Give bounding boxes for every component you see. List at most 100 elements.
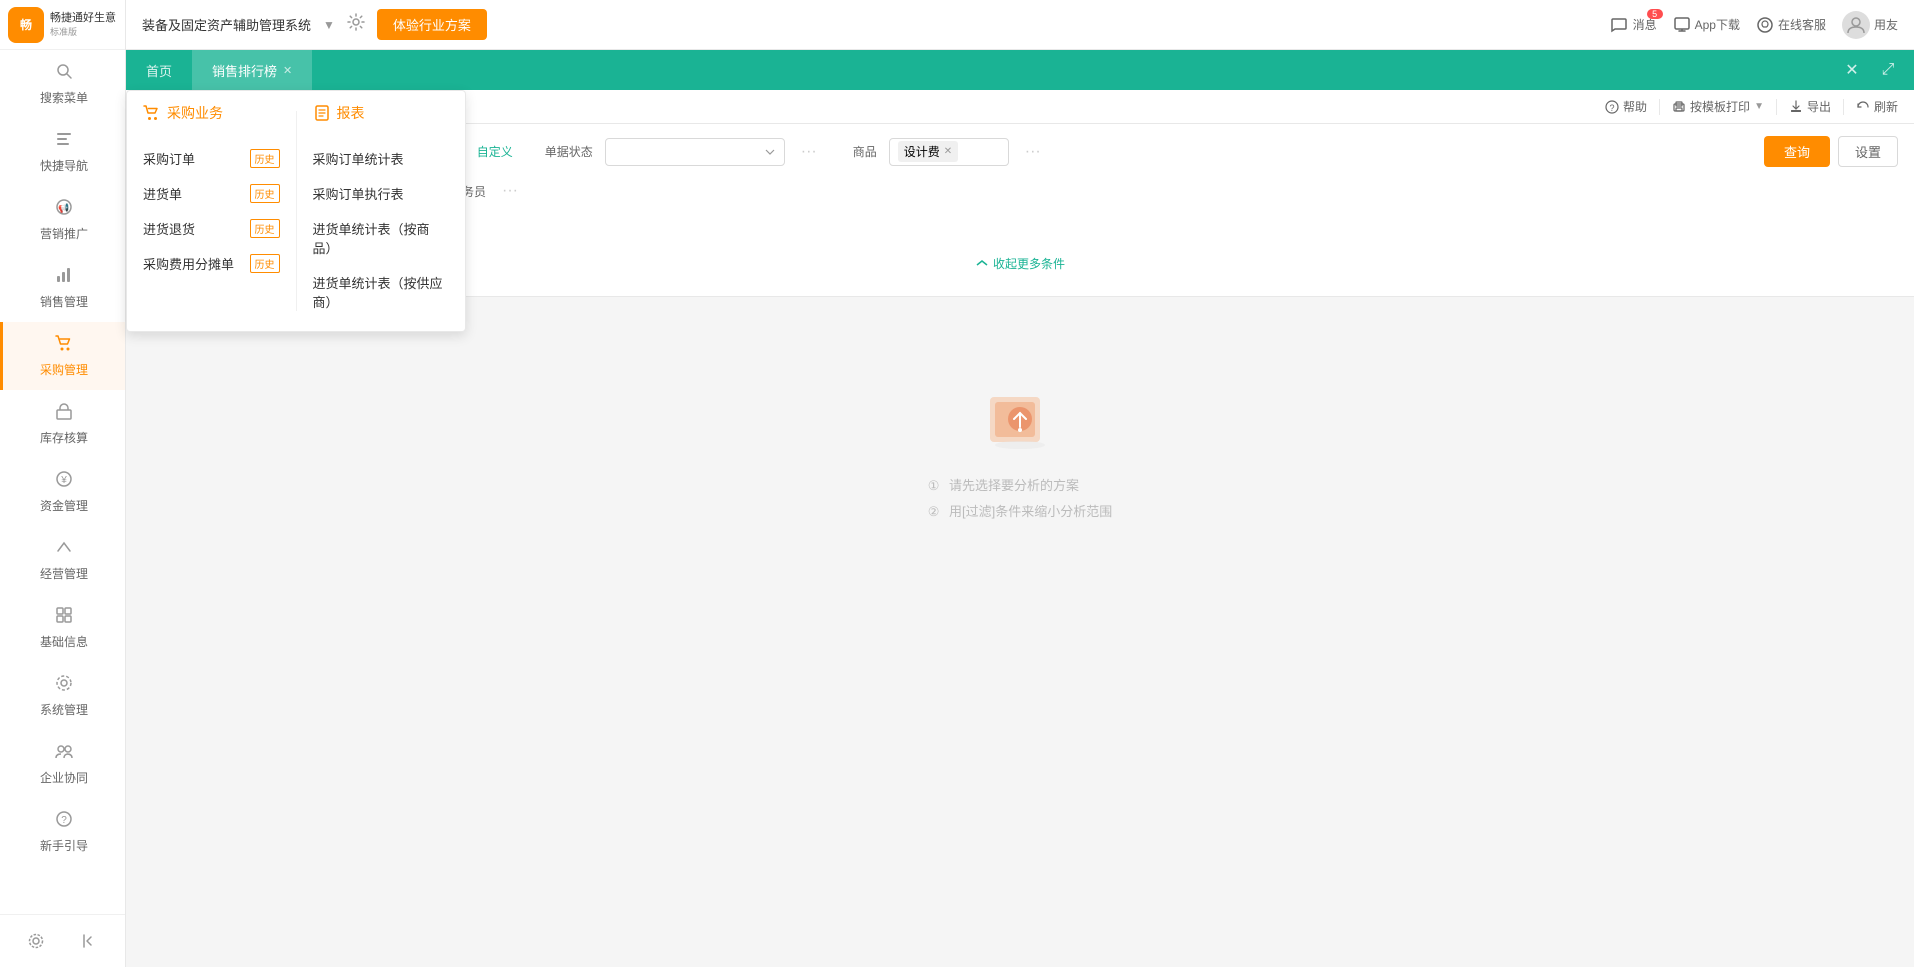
sidebar-item-search-label: 搜索菜单 bbox=[40, 89, 88, 106]
sidebar: 畅 畅捷通好生意 标准版 搜索菜单 快捷导航 📢 营销推广 bbox=[0, 0, 126, 967]
tab-maximize-btn[interactable]: ⤢ bbox=[1874, 56, 1902, 84]
search-nav-icon bbox=[55, 62, 73, 85]
inventory-icon bbox=[55, 402, 73, 425]
sidebar-item-sales[interactable]: 销售管理 bbox=[0, 254, 125, 322]
app-download-label: App下载 bbox=[1695, 16, 1740, 33]
export-btn[interactable]: 导出 bbox=[1789, 98, 1831, 115]
sidebar-item-operation-label: 经营管理 bbox=[40, 565, 88, 582]
sidebar-item-inventory-label: 库存核算 bbox=[40, 429, 88, 446]
sidebar-item-guide[interactable]: ? 新手引导 bbox=[0, 798, 125, 866]
message-btn[interactable]: 消息 5 bbox=[1609, 15, 1657, 35]
dropdown-item-purchase-return[interactable]: 进货退货 历史 bbox=[143, 211, 280, 246]
doc-status-label: 单据状态 bbox=[545, 143, 593, 160]
report-col: 报表 采购订单统计表 采购订单执行表 进货单统计表（按商品） 进货单统计表（按供… bbox=[297, 103, 466, 319]
collapse-filter-btn[interactable]: 收起更多条件 bbox=[975, 249, 1065, 278]
goods-tag-close[interactable]: ✕ bbox=[944, 146, 952, 157]
empty-state: ① 请先选择要分析的方案 ② 用[过滤]条件来缩小分析范围 bbox=[126, 297, 1914, 605]
sidebar-item-nav[interactable]: 快捷导航 bbox=[0, 118, 125, 186]
system-title: 装备及固定资产辅助管理系统 bbox=[142, 15, 311, 34]
dropdown-item-report-0[interactable]: 采购订单统计表 bbox=[313, 141, 450, 176]
empty-icon bbox=[970, 377, 1070, 457]
dropdown-item-report-3[interactable]: 进货单统计表（按供应商） bbox=[313, 265, 450, 319]
sidebar-item-system[interactable]: 系统管理 bbox=[0, 662, 125, 730]
dropdown-item-purchase-receipt[interactable]: 进货单 历史 bbox=[143, 176, 280, 211]
marketing-icon: 📢 bbox=[55, 198, 73, 221]
tab-home[interactable]: 首页 bbox=[126, 50, 192, 90]
tab-close-icon[interactable]: ✕ bbox=[283, 64, 292, 77]
sidebar-item-sales-label: 销售管理 bbox=[40, 293, 88, 310]
help-btn[interactable]: ? 帮助 bbox=[1605, 98, 1647, 115]
purchase-section-title: 采购业务 bbox=[143, 103, 280, 129]
print-btn[interactable]: 按模板打印 ▼ bbox=[1672, 98, 1764, 115]
svg-text:📢: 📢 bbox=[58, 202, 69, 214]
tab-sales-ranking[interactable]: 销售排行榜 ✕ bbox=[192, 50, 312, 90]
sidebar-item-collab-label: 企业协同 bbox=[40, 769, 88, 786]
history-badge-0: 历史 bbox=[250, 149, 280, 168]
system-icon bbox=[55, 674, 73, 697]
goods-label: 商品 bbox=[853, 143, 877, 160]
purchase-icon bbox=[55, 334, 73, 357]
logo-icon: 畅 bbox=[8, 7, 44, 43]
report-section-icon bbox=[313, 104, 331, 122]
header-dropdown-arrow[interactable]: ▼ bbox=[323, 18, 335, 32]
header-right: 消息 5 App下载 在线客服 用友 bbox=[1609, 11, 1898, 39]
user-menu[interactable]: 用友 bbox=[1842, 11, 1898, 39]
sidebar-item-marketing-label: 营销推广 bbox=[40, 225, 88, 242]
app-download-btn[interactable]: App下载 bbox=[1673, 16, 1740, 34]
sidebar-item-basic[interactable]: 基础信息 bbox=[0, 594, 125, 662]
svg-text:?: ? bbox=[61, 815, 67, 826]
dropdown-item-purchase-expense[interactable]: 采购费用分摊单 历史 bbox=[143, 246, 280, 281]
goods-tag: 设计费 ✕ bbox=[898, 141, 958, 162]
logo-badge: 标准版 bbox=[50, 25, 116, 38]
logo-text: 畅捷通好生意 bbox=[50, 11, 116, 25]
message-label: 消息 bbox=[1633, 16, 1657, 33]
dropdown-item-report-1[interactable]: 采购订单执行表 bbox=[313, 176, 450, 211]
guide-icon: ? bbox=[55, 810, 73, 833]
empty-tip2: ② 用[过滤]条件来缩小分析范围 bbox=[928, 499, 1113, 525]
dropdown-cols: 采购业务 采购订单 历史 进货单 历史 进货退货 历史 采购费用分摊单 历史 bbox=[127, 103, 465, 319]
header-gear-icon[interactable] bbox=[347, 13, 365, 36]
online-service-label: 在线客服 bbox=[1778, 16, 1826, 33]
tab-home-label: 首页 bbox=[146, 61, 172, 80]
sidebar-nav: 搜索菜单 快捷导航 📢 营销推广 销售管理 采购管理 bbox=[0, 50, 125, 914]
user-avatar bbox=[1842, 11, 1870, 39]
sidebar-item-search[interactable]: 搜索菜单 bbox=[0, 50, 125, 118]
sales-icon bbox=[55, 266, 73, 289]
empty-tip1: ① 请先选择要分析的方案 bbox=[928, 473, 1113, 499]
tab-close-window-btn[interactable]: ✕ bbox=[1838, 56, 1866, 84]
collapse-sidebar-btn[interactable] bbox=[73, 925, 105, 957]
date-custom-btn[interactable]: 自定义 bbox=[477, 143, 513, 160]
tab-bar: 首页 销售排行榜 ✕ ✕ ⤢ bbox=[126, 50, 1914, 90]
refresh-btn[interactable]: 刷新 bbox=[1856, 98, 1898, 115]
tab-sales-ranking-label: 销售排行榜 bbox=[212, 61, 277, 80]
sidebar-item-system-label: 系统管理 bbox=[40, 701, 88, 718]
nav-icon bbox=[55, 130, 73, 153]
sidebar-item-nav-label: 快捷导航 bbox=[40, 157, 88, 174]
operation-icon bbox=[55, 538, 73, 561]
settings-btn[interactable]: 设置 bbox=[1838, 136, 1898, 167]
online-service-btn[interactable]: 在线客服 bbox=[1756, 16, 1826, 34]
history-badge-3: 历史 bbox=[250, 254, 280, 273]
industry-btn[interactable]: 体验行业方案 bbox=[377, 9, 487, 40]
settings-footer-btn[interactable] bbox=[20, 925, 52, 957]
sidebar-item-purchase[interactable]: 采购管理 bbox=[0, 322, 125, 390]
dropdown-item-report-2[interactable]: 进货单统计表（按商品） bbox=[313, 211, 450, 265]
query-btn[interactable]: 查询 bbox=[1764, 136, 1830, 167]
sidebar-item-marketing[interactable]: 📢 营销推广 bbox=[0, 186, 125, 254]
history-badge-1: 历史 bbox=[250, 184, 280, 203]
sidebar-item-finance[interactable]: ¥ 资金管理 bbox=[0, 458, 125, 526]
svg-text:畅: 畅 bbox=[20, 17, 32, 32]
sidebar-item-operation[interactable]: 经营管理 bbox=[0, 526, 125, 594]
print-dropdown-icon[interactable]: ▼ bbox=[1754, 101, 1764, 112]
message-badge: 5 bbox=[1647, 9, 1663, 19]
goods-input[interactable]: 设计费 ✕ bbox=[889, 138, 1009, 166]
sidebar-item-finance-label: 资金管理 bbox=[40, 497, 88, 514]
doc-status-select[interactable] bbox=[605, 138, 785, 166]
report-section-title: 报表 bbox=[313, 103, 450, 129]
sidebar-item-basic-label: 基础信息 bbox=[40, 633, 88, 650]
sidebar-item-collab[interactable]: 企业协同 bbox=[0, 730, 125, 798]
sidebar-logo: 畅 畅捷通好生意 标准版 bbox=[0, 0, 125, 50]
sidebar-item-inventory[interactable]: 库存核算 bbox=[0, 390, 125, 458]
top-header: 装备及固定资产辅助管理系统 ▼ 体验行业方案 消息 5 App下载 在线客服 bbox=[126, 0, 1914, 50]
dropdown-item-purchase-order[interactable]: 采购订单 历史 bbox=[143, 141, 280, 176]
